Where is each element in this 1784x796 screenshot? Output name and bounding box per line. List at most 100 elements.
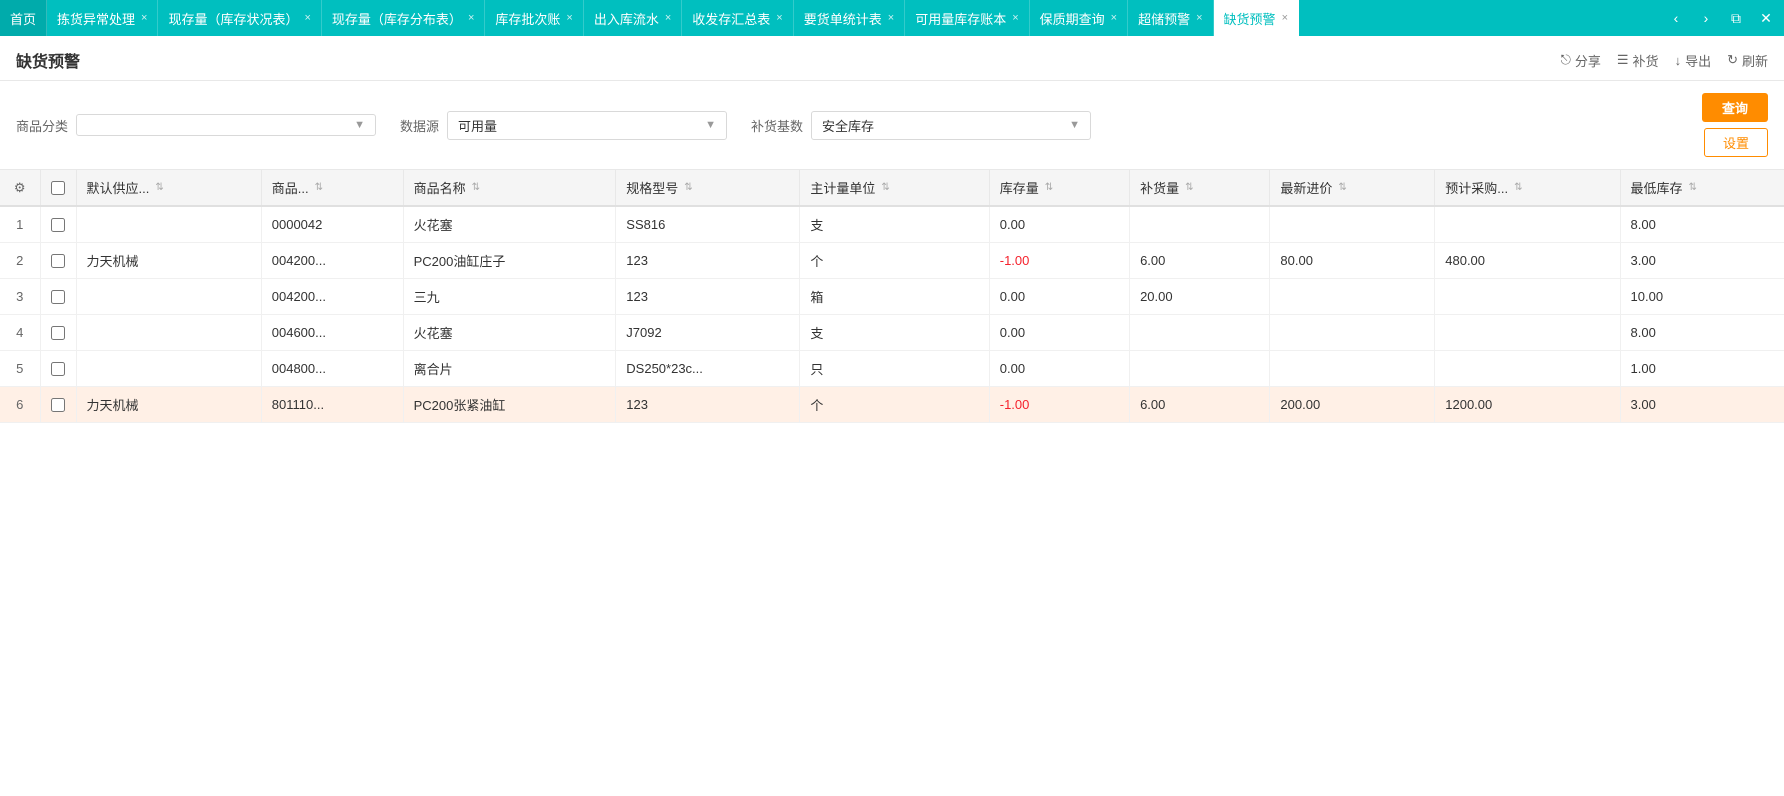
sort-product-code-icon[interactable]: ⇅: [315, 182, 323, 193]
settings-button[interactable]: 设置: [1704, 128, 1768, 157]
sort-product-name-icon[interactable]: ⇅: [472, 182, 480, 193]
cell-latest-price: [1270, 315, 1435, 351]
replenish-base-chevron-icon: ▼: [1069, 119, 1080, 131]
datasource-select[interactable]: 可用量 ▼: [447, 111, 727, 140]
nav-restore-button[interactable]: ⧉: [1722, 4, 1750, 32]
category-select[interactable]: ▼: [76, 114, 376, 136]
nav-tab-home[interactable]: 首页: [0, 0, 47, 36]
th-spec: 规格型号 ⇅: [616, 170, 800, 207]
nav-tab-receive-summary[interactable]: 收发存汇总表 ×: [682, 0, 793, 36]
share-icon: ⎋: [1561, 52, 1571, 68]
nav-close-button[interactable]: ✕: [1752, 4, 1780, 32]
sort-replenish-qty-icon[interactable]: ⇅: [1185, 182, 1193, 193]
nav-tab-batch-account[interactable]: 库存批次账 ×: [485, 0, 583, 36]
query-button[interactable]: 查询: [1702, 93, 1768, 122]
cell-unit: 支: [800, 206, 989, 243]
cell-min-stock: 3.00: [1620, 387, 1784, 423]
cell-spec: J7092: [616, 315, 800, 351]
close-tab-order-stats[interactable]: ×: [888, 12, 894, 24]
nav-tab-overstock[interactable]: 超储预警 ×: [1128, 0, 1213, 36]
cell-est-purchase: 480.00: [1435, 243, 1620, 279]
row-checkbox[interactable]: [51, 254, 65, 268]
cell-product-name: 火花塞: [403, 206, 616, 243]
table-row: 6力天机械801110...PC200张紧油缸123个-1.006.00200.…: [0, 387, 1784, 423]
nav-tab-expiry-query[interactable]: 保质期查询 ×: [1030, 0, 1128, 36]
close-tab-overstock[interactable]: ×: [1196, 12, 1202, 24]
nav-tab-inventory-dist[interactable]: 现存量（库存分布表） ×: [322, 0, 485, 36]
nav-tab-available-ledger[interactable]: 可用量库存账本 ×: [905, 0, 1029, 36]
cell-supplier: [76, 206, 261, 243]
table-row: 10000042火花塞SS816支0.008.00: [0, 206, 1784, 243]
cell-unit: 支: [800, 315, 989, 351]
close-tab-expiry-query[interactable]: ×: [1111, 12, 1117, 24]
sort-min-stock-icon[interactable]: ⇅: [1689, 182, 1697, 193]
sort-unit-icon[interactable]: ⇅: [881, 182, 889, 193]
sort-supplier-icon[interactable]: ⇅: [155, 182, 163, 193]
cell-idx: 6: [0, 387, 40, 423]
nav-prev-button[interactable]: ‹: [1662, 4, 1690, 32]
replenish-base-label: 补货基数: [751, 116, 803, 135]
close-tab-exception[interactable]: ×: [141, 12, 147, 24]
cell-replenish-qty: 6.00: [1130, 243, 1270, 279]
row-checkbox[interactable]: [51, 362, 65, 376]
replenish-button[interactable]: ☰ 补货: [1617, 51, 1659, 70]
cell-spec: 123: [616, 387, 800, 423]
cell-stock-qty: 0.00: [989, 315, 1129, 351]
th-min-stock: 最低库存 ⇅: [1620, 170, 1784, 207]
sort-latest-price-icon[interactable]: ⇅: [1338, 182, 1346, 193]
page-header: 缺货预警 ⎋ 分享 ☰ 补货 ↓ 导出 ↻ 刷新: [0, 36, 1784, 81]
main-table: ⚙ 默认供应... ⇅: [0, 169, 1784, 423]
export-button[interactable]: ↓ 导出: [1675, 51, 1712, 70]
nav-next-button[interactable]: ›: [1692, 4, 1720, 32]
nav-tab-order-stats[interactable]: 要货单统计表 ×: [794, 0, 905, 36]
cell-checkbox: [40, 206, 76, 243]
nav-tab-exception[interactable]: 拣货异常处理 ×: [47, 0, 158, 36]
page-title: 缺货预警: [16, 48, 80, 72]
cell-est-purchase: [1435, 206, 1620, 243]
close-tab-receive-summary[interactable]: ×: [776, 12, 782, 24]
row-checkbox[interactable]: [51, 398, 65, 412]
cell-product-name: 离合片: [403, 351, 616, 387]
cell-supplier: 力天机械: [76, 243, 261, 279]
select-all-checkbox[interactable]: [51, 181, 65, 195]
cell-est-purchase: 1200.00: [1435, 387, 1620, 423]
sort-spec-icon[interactable]: ⇅: [684, 182, 692, 193]
nav-tab-shortage[interactable]: 缺货预警 ×: [1214, 0, 1299, 36]
sort-stock-qty-icon[interactable]: ⇅: [1045, 182, 1053, 193]
datasource-label: 数据源: [400, 116, 439, 135]
close-tab-inout-flow[interactable]: ×: [665, 12, 671, 24]
row-checkbox[interactable]: [51, 326, 65, 340]
refresh-button[interactable]: ↻ 刷新: [1727, 51, 1768, 70]
replenish-base-select[interactable]: 安全库存 ▼: [811, 111, 1091, 140]
cell-unit: 只: [800, 351, 989, 387]
cell-product-code: 004600...: [261, 315, 403, 351]
nav-tab-inventory-status[interactable]: 现存量（库存状况表） ×: [158, 0, 321, 36]
sort-est-purchase-icon[interactable]: ⇅: [1514, 182, 1522, 193]
cell-stock-qty: -1.00: [989, 243, 1129, 279]
table-settings-icon[interactable]: ⚙: [10, 180, 30, 196]
replenish-base-filter: 补货基数 安全库存 ▼: [751, 111, 1091, 140]
row-checkbox[interactable]: [51, 218, 65, 232]
table-body: 10000042火花塞SS816支0.008.002力天机械004200...P…: [0, 206, 1784, 423]
cell-product-name: 火花塞: [403, 315, 616, 351]
close-tab-inventory-dist[interactable]: ×: [468, 12, 474, 24]
cell-supplier: [76, 351, 261, 387]
top-nav: 首页 拣货异常处理 × 现存量（库存状况表） × 现存量（库存分布表） × 库存…: [0, 0, 1784, 36]
cell-idx: 5: [0, 351, 40, 387]
cell-product-code: 004200...: [261, 279, 403, 315]
cell-est-purchase: [1435, 315, 1620, 351]
share-button[interactable]: ⎋ 分享: [1561, 51, 1601, 70]
close-tab-shortage[interactable]: ×: [1282, 12, 1288, 24]
row-checkbox[interactable]: [51, 290, 65, 304]
cell-supplier: [76, 315, 261, 351]
close-tab-batch-account[interactable]: ×: [566, 12, 572, 24]
cell-idx: 4: [0, 315, 40, 351]
export-icon: ↓: [1675, 53, 1682, 68]
close-tab-available-ledger[interactable]: ×: [1012, 12, 1018, 24]
th-est-purchase: 预计采购... ⇅: [1435, 170, 1620, 207]
nav-tab-inout-flow[interactable]: 出入库流水 ×: [584, 0, 682, 36]
close-tab-inventory-status[interactable]: ×: [304, 12, 310, 24]
cell-replenish-qty: [1130, 206, 1270, 243]
cell-product-code: 801110...: [261, 387, 403, 423]
cell-idx: 2: [0, 243, 40, 279]
